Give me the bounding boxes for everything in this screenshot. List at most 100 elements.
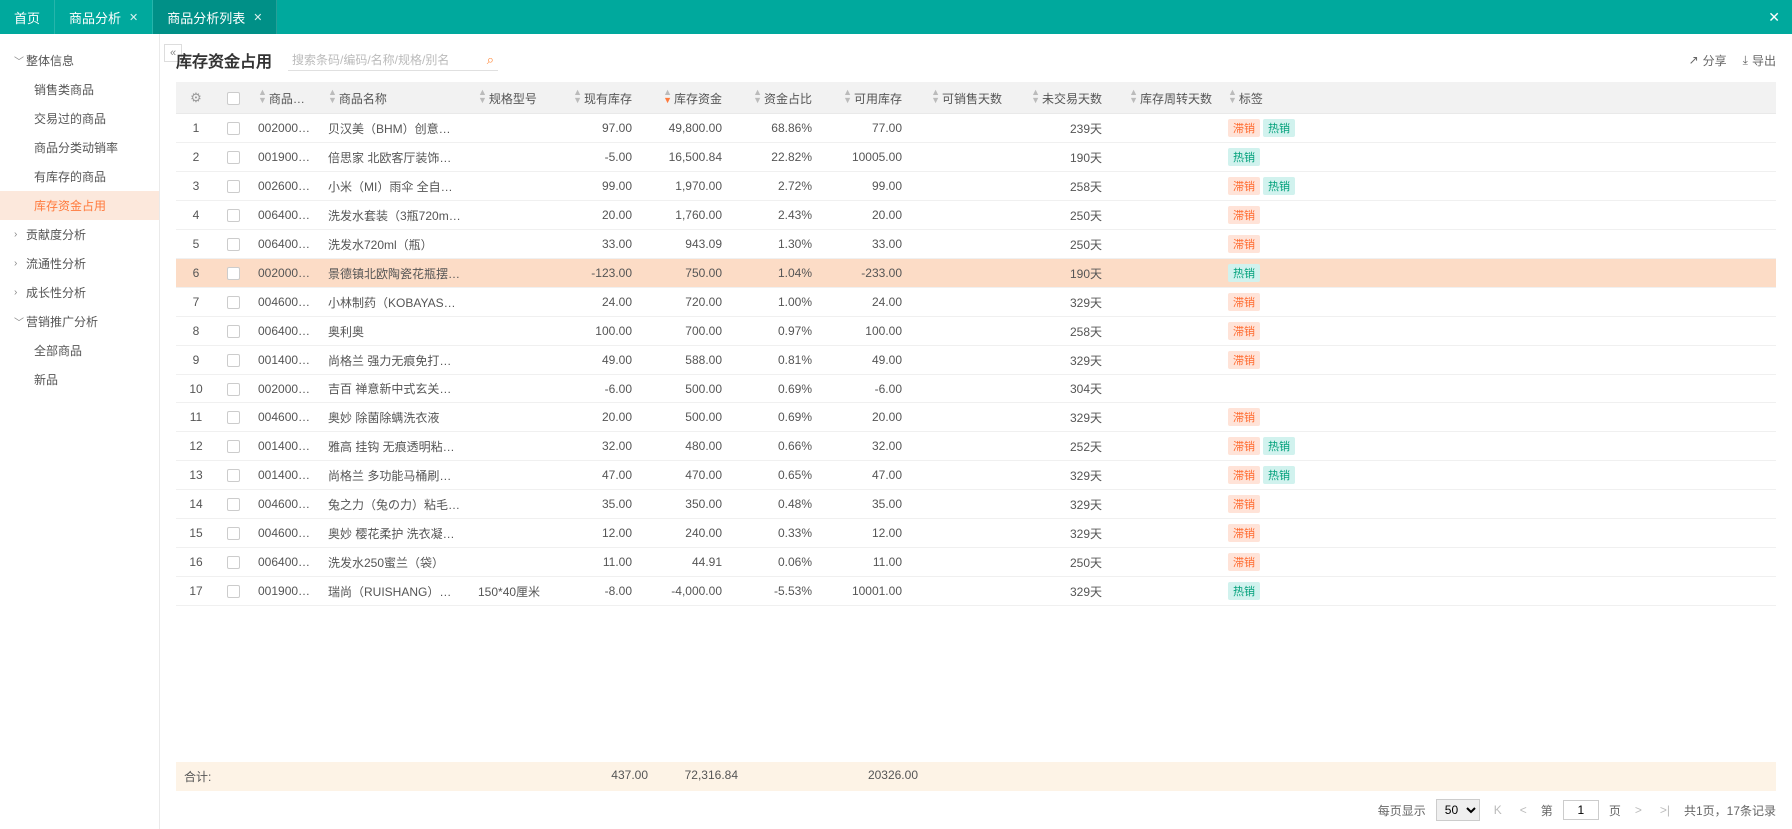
pager-page-input[interactable] (1563, 800, 1599, 820)
col-sale-days[interactable]: ▲▼可销售天数 (910, 82, 1010, 114)
cell-checkbox[interactable] (216, 519, 250, 548)
share-button[interactable]: ↗分享 (1689, 52, 1727, 69)
cell-checkbox[interactable] (216, 577, 250, 606)
cell-checkbox[interactable] (216, 201, 250, 230)
cell-checkbox[interactable] (216, 317, 250, 346)
table-row[interactable]: 6002000…景德镇北欧陶瓷花瓶摆件 仿-123.00750.001.04%-… (176, 259, 1776, 288)
col-avail[interactable]: ▲▼可用库存 (820, 82, 910, 114)
cell-checkbox[interactable] (216, 230, 250, 259)
col-spec[interactable]: ▲▼规格型号 (470, 82, 550, 114)
checkbox[interactable] (227, 556, 240, 569)
table-row[interactable]: 12001400…雅高 挂钩 无痕透明粘钩 强32.00480.000.66%3… (176, 432, 1776, 461)
cell-checkbox[interactable] (216, 375, 250, 403)
table-row[interactable]: 1002000…贝汉美（BHM）创意北欧…97.0049,800.0068.86… (176, 114, 1776, 143)
sidebar-group-contribution[interactable]: ›贡献度分析 (0, 220, 159, 249)
pager-per-select[interactable]: 50 (1436, 799, 1480, 821)
sidebar-item-stock-fund[interactable]: 库存资金占用 (0, 191, 159, 220)
gear-icon: ⚙ (190, 90, 202, 105)
tab-analysis[interactable]: 商品分析 ✕ (55, 0, 153, 34)
col-no-trade[interactable]: ▲▼未交易天数 (1010, 82, 1110, 114)
cell-name: 吉百 禅意新中式玄关摆件客 (320, 375, 470, 403)
checkbox[interactable] (227, 296, 240, 309)
cell-checkbox[interactable] (216, 143, 250, 172)
sidebar-item-all-products[interactable]: 全部商品 (0, 336, 159, 365)
col-tags[interactable]: ▲▼标签 (1220, 82, 1776, 114)
checkbox[interactable] (227, 469, 240, 482)
tab-home[interactable]: 首页 (0, 0, 55, 34)
col-label: 标签 (1239, 92, 1263, 106)
pager-first[interactable]: K (1490, 803, 1506, 817)
search-input[interactable] (292, 53, 483, 67)
cell-code: 004600… (250, 288, 320, 317)
checkbox[interactable] (227, 498, 240, 511)
col-settings[interactable]: ⚙ (176, 82, 216, 114)
export-button[interactable]: ⤓导出 (1743, 52, 1776, 69)
cell-checkbox[interactable] (216, 259, 250, 288)
checkbox[interactable] (227, 122, 240, 135)
col-pct[interactable]: ▲▼资金占比 (730, 82, 820, 114)
cell-stock: 35.00 (550, 490, 640, 519)
cell-checkbox[interactable] (216, 172, 250, 201)
col-name[interactable]: ▲▼商品名称 (320, 82, 470, 114)
sidebar-group-growth[interactable]: ›成长性分析 (0, 278, 159, 307)
table-row[interactable]: 7004600…小林制药（KOBAYASHI）日24.00720.001.00%… (176, 288, 1776, 317)
sidebar-item-sales-products[interactable]: 销售类商品 (0, 75, 159, 104)
cell-checkbox[interactable] (216, 432, 250, 461)
cell-checkbox[interactable] (216, 346, 250, 375)
col-stock[interactable]: ▲▼现有库存 (550, 82, 640, 114)
sidebar-group-overview[interactable]: ﹀整体信息 (0, 46, 159, 75)
table-row[interactable]: 13001400…尚格兰 多功能马桶刷套装 带47.00470.000.65%4… (176, 461, 1776, 490)
table-row[interactable]: 10002000…吉百 禅意新中式玄关摆件客-6.00500.000.69%-6… (176, 375, 1776, 403)
sidebar-item-category-rate[interactable]: 商品分类动销率 (0, 133, 159, 162)
checkbox[interactable] (227, 151, 240, 164)
checkbox[interactable] (227, 180, 240, 193)
close-icon[interactable]: ✕ (253, 11, 262, 24)
table-row[interactable]: 9001400…尚格兰 强力无痕免打孔浴室49.00588.000.81%49.… (176, 346, 1776, 375)
checkbox[interactable] (227, 92, 240, 105)
search-icon[interactable]: ⌕ (487, 52, 494, 68)
sidebar-item-traded-products[interactable]: 交易过的商品 (0, 104, 159, 133)
checkbox[interactable] (227, 440, 240, 453)
table-row[interactable]: 5006400…洗发水720ml（瓶）33.00943.091.30%33.00… (176, 230, 1776, 259)
pager-next[interactable]: > (1631, 803, 1646, 817)
cell-checkbox[interactable] (216, 288, 250, 317)
table-row[interactable]: 4006400…洗发水套装（3瓶720ml+1…20.001,760.002.4… (176, 201, 1776, 230)
col-code[interactable]: ▲▼商品… (250, 82, 320, 114)
cell-checkbox[interactable] (216, 461, 250, 490)
sidebar-group-marketing[interactable]: ﹀营销推广分析 (0, 307, 159, 336)
cell-checkbox[interactable] (216, 403, 250, 432)
col-fund[interactable]: ▲▼库存资金 (640, 82, 730, 114)
checkbox[interactable] (227, 238, 240, 251)
pager-last[interactable]: >| (1656, 803, 1674, 817)
tab-analysis-list[interactable]: 商品分析列表 ✕ (153, 0, 277, 34)
checkbox[interactable] (227, 527, 240, 540)
checkbox[interactable] (227, 411, 240, 424)
table-row[interactable]: 8006400…奥利奥100.00700.000.97%100.00258天滞销 (176, 317, 1776, 346)
col-turn-days[interactable]: ▲▼库存周转天数 (1110, 82, 1220, 114)
pager-prev[interactable]: < (1516, 803, 1531, 817)
table-row[interactable]: 16006400…洗发水250蜜兰（袋）11.0044.910.06%11.00… (176, 548, 1776, 577)
table-row[interactable]: 11004600…奥妙 除菌除螨洗衣液20.00500.000.69%20.00… (176, 403, 1776, 432)
checkbox[interactable] (227, 354, 240, 367)
table-row[interactable]: 2001900…倍思家 北欧客厅装饰画卧室-5.0016,500.8422.82… (176, 143, 1776, 172)
col-checkbox[interactable] (216, 82, 250, 114)
cell-avail: 10001.00 (820, 577, 910, 606)
checkbox[interactable] (227, 585, 240, 598)
checkbox[interactable] (227, 325, 240, 338)
table-row[interactable]: 3002600…小米（MI）雨伞 全自动折叠99.001,970.002.72%… (176, 172, 1776, 201)
cell-pct: 2.43% (730, 201, 820, 230)
sidebar-group-circulation[interactable]: ›流通性分析 (0, 249, 159, 278)
tabs-close-all[interactable]: ✕ (1756, 0, 1792, 34)
table-row[interactable]: 14004600…兔之力（兔の力）粘毛器粘35.00350.000.48%35.… (176, 490, 1776, 519)
sidebar-item-stocked-products[interactable]: 有库存的商品 (0, 162, 159, 191)
cell-checkbox[interactable] (216, 548, 250, 577)
cell-checkbox[interactable] (216, 114, 250, 143)
table-row[interactable]: 17001900…瑞尚（RUISHANG）卧室…150*40厘米-8.00-4,… (176, 577, 1776, 606)
cell-checkbox[interactable] (216, 490, 250, 519)
close-icon[interactable]: ✕ (129, 11, 138, 24)
checkbox[interactable] (227, 209, 240, 222)
checkbox[interactable] (227, 383, 240, 396)
checkbox[interactable] (227, 267, 240, 280)
table-row[interactable]: 15004600…奥妙 樱花柔护 洗衣凝珠 1012.00240.000.33%… (176, 519, 1776, 548)
sidebar-item-new-products[interactable]: 新品 (0, 365, 159, 394)
